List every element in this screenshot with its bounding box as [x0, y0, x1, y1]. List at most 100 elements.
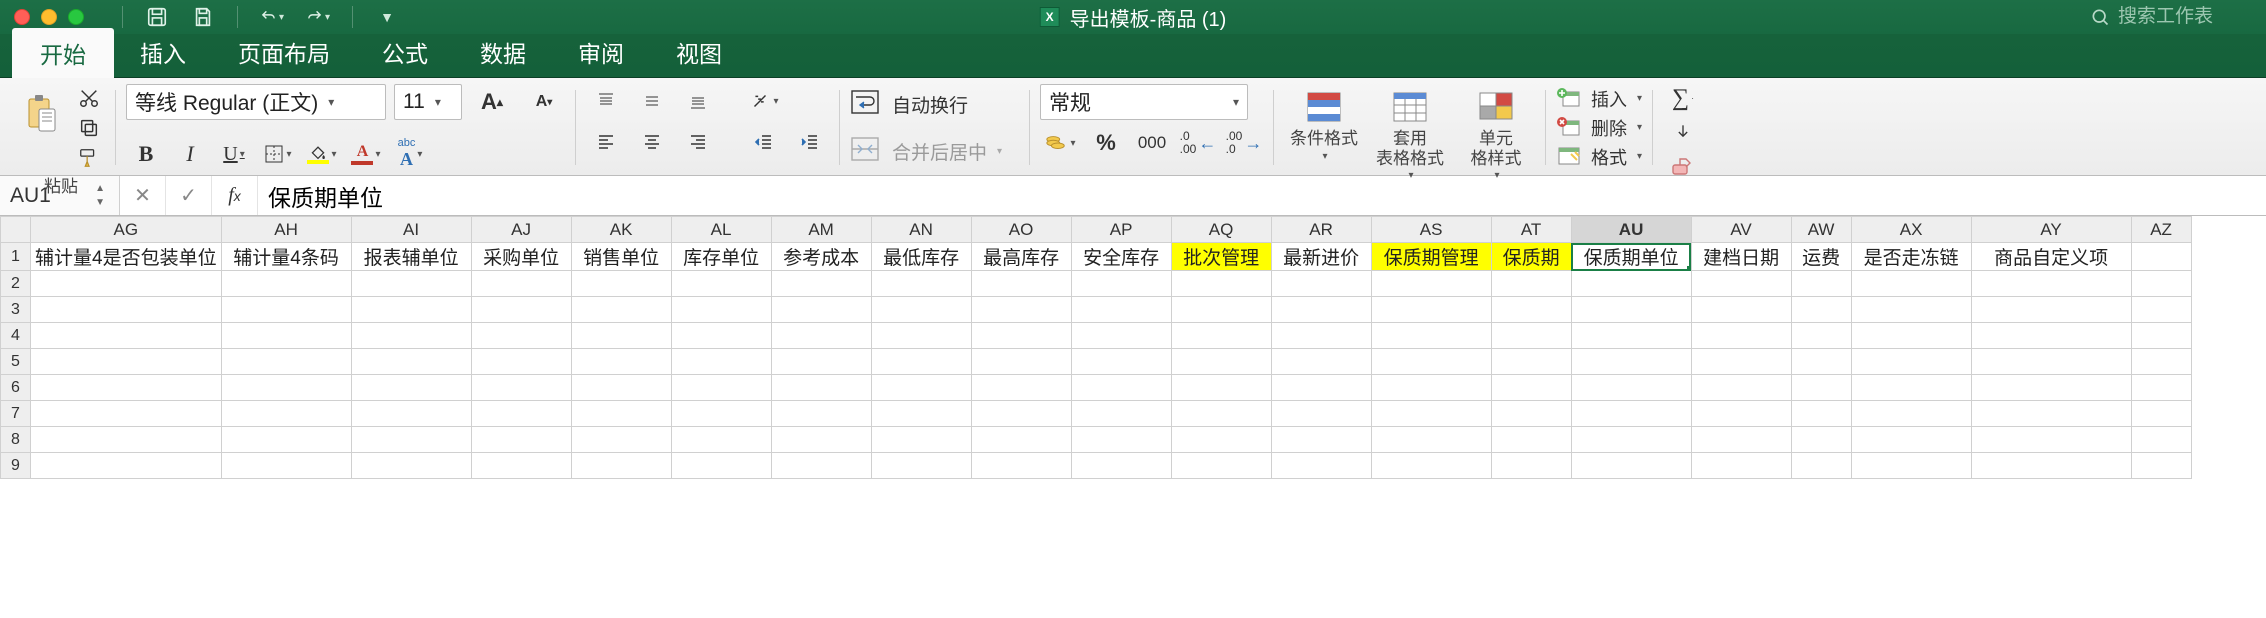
cell-AI3[interactable] [351, 297, 471, 323]
save-icon[interactable] [191, 5, 215, 29]
cell-AQ7[interactable] [1171, 401, 1271, 427]
cell-AH7[interactable] [221, 401, 351, 427]
cell-AM5[interactable] [771, 349, 871, 375]
cell-AO1[interactable]: 最高库存 [971, 243, 1071, 271]
cell-AU8[interactable] [1571, 427, 1691, 453]
delete-cells-button[interactable]: 删除▾ [1556, 113, 1643, 142]
cell-AK6[interactable] [571, 375, 671, 401]
cell-AP4[interactable] [1071, 323, 1171, 349]
col-header-AW[interactable]: AW [1791, 217, 1851, 243]
cell-AV5[interactable] [1691, 349, 1791, 375]
cell-AO2[interactable] [971, 271, 1071, 297]
cell-AX6[interactable] [1851, 375, 1971, 401]
select-all-corner[interactable] [1, 217, 31, 243]
cell-AN8[interactable] [871, 427, 971, 453]
cell-AU2[interactable] [1571, 271, 1691, 297]
cell-AZ8[interactable] [2131, 427, 2191, 453]
cell-AL5[interactable] [671, 349, 771, 375]
align-top-button[interactable] [586, 84, 626, 118]
cell-AV7[interactable] [1691, 401, 1791, 427]
cell-AJ4[interactable] [471, 323, 571, 349]
increase-decimal-button[interactable]: .0.00← [1178, 126, 1218, 160]
cell-AG6[interactable] [31, 375, 222, 401]
cell-AJ5[interactable] [471, 349, 571, 375]
row-header-6[interactable]: 6 [1, 375, 31, 401]
cell-AO6[interactable] [971, 375, 1071, 401]
col-header-AY[interactable]: AY [1971, 217, 2131, 243]
cell-AY5[interactable] [1971, 349, 2131, 375]
close-window[interactable] [14, 9, 30, 25]
cell-AX9[interactable] [1851, 453, 1971, 479]
autosave-icon[interactable] [145, 5, 169, 29]
cell-AU6[interactable] [1571, 375, 1691, 401]
cell-AT7[interactable] [1491, 401, 1571, 427]
cell-AS6[interactable] [1371, 375, 1491, 401]
cell-AY2[interactable] [1971, 271, 2131, 297]
cell-AL3[interactable] [671, 297, 771, 323]
minimize-window[interactable] [41, 9, 57, 25]
col-header-AM[interactable]: AM [771, 217, 871, 243]
merge-center-button[interactable]: 合并后居中 ▾ [850, 131, 1020, 171]
zoom-window[interactable] [68, 9, 84, 25]
cell-AU3[interactable] [1571, 297, 1691, 323]
cell-AT5[interactable] [1491, 349, 1571, 375]
cell-AQ2[interactable] [1171, 271, 1271, 297]
col-header-AU[interactable]: AU [1571, 217, 1691, 243]
spreadsheet-grid[interactable]: AGAHAIAJAKALAMANAOAPAQARASATAUAVAWAXAYAZ… [0, 216, 2192, 479]
cell-AL8[interactable] [671, 427, 771, 453]
cell-AG9[interactable] [31, 453, 222, 479]
cell-AJ6[interactable] [471, 375, 571, 401]
cell-AU9[interactable] [1571, 453, 1691, 479]
cell-AH6[interactable] [221, 375, 351, 401]
cell-AY3[interactable] [1971, 297, 2131, 323]
cell-AN9[interactable] [871, 453, 971, 479]
cell-AP1[interactable]: 安全库存 [1071, 243, 1171, 271]
cell-AI1[interactable]: 报表辅单位 [351, 243, 471, 271]
cell-AR7[interactable] [1271, 401, 1371, 427]
cell-AQ1[interactable]: 批次管理 [1171, 243, 1271, 271]
row-header-7[interactable]: 7 [1, 401, 31, 427]
cell-AY4[interactable] [1971, 323, 2131, 349]
cell-AJ9[interactable] [471, 453, 571, 479]
copy-button[interactable] [72, 114, 106, 142]
cell-AG1[interactable]: 辅计量4是否包装单位 [31, 243, 222, 271]
cell-AK7[interactable] [571, 401, 671, 427]
cell-AQ9[interactable] [1171, 453, 1271, 479]
formula-input[interactable] [258, 176, 2266, 215]
cell-AZ3[interactable] [2131, 297, 2191, 323]
cell-AN2[interactable] [871, 271, 971, 297]
cell-AL2[interactable] [671, 271, 771, 297]
cell-AS1[interactable]: 保质期管理 [1371, 243, 1491, 271]
font-color-button[interactable]: A▾ [346, 137, 386, 171]
cell-AP8[interactable] [1071, 427, 1171, 453]
cell-AT3[interactable] [1491, 297, 1571, 323]
cell-AQ8[interactable] [1171, 427, 1271, 453]
comma-style-button[interactable]: 000 [1132, 126, 1172, 160]
cell-AN6[interactable] [871, 375, 971, 401]
format-painter-button[interactable] [72, 144, 106, 172]
col-header-AP[interactable]: AP [1071, 217, 1171, 243]
cell-AM2[interactable] [771, 271, 871, 297]
col-header-AV[interactable]: AV [1691, 217, 1791, 243]
align-center-button[interactable] [632, 124, 672, 158]
orientation-button[interactable]: ▾ [744, 84, 784, 118]
cell-AR2[interactable] [1271, 271, 1371, 297]
cell-AH9[interactable] [221, 453, 351, 479]
cell-AG5[interactable] [31, 349, 222, 375]
cell-AG2[interactable] [31, 271, 222, 297]
autosum-button[interactable]: ∑· [1663, 84, 1703, 112]
cell-AU7[interactable] [1571, 401, 1691, 427]
cell-AW7[interactable] [1791, 401, 1851, 427]
cell-AN1[interactable]: 最低库存 [871, 243, 971, 271]
cell-AM3[interactable] [771, 297, 871, 323]
cell-AK3[interactable] [571, 297, 671, 323]
cell-AM6[interactable] [771, 375, 871, 401]
decrease-indent-button[interactable] [744, 124, 784, 158]
underline-button[interactable]: U▾ [214, 137, 254, 171]
cell-AZ6[interactable] [2131, 375, 2191, 401]
cell-AS8[interactable] [1371, 427, 1491, 453]
cell-styles-button[interactable]: 单元 格样式▾ [1456, 84, 1536, 182]
decrease-font-button[interactable]: A▾ [522, 85, 566, 119]
row-header-5[interactable]: 5 [1, 349, 31, 375]
increase-font-button[interactable]: A▴ [470, 85, 514, 119]
